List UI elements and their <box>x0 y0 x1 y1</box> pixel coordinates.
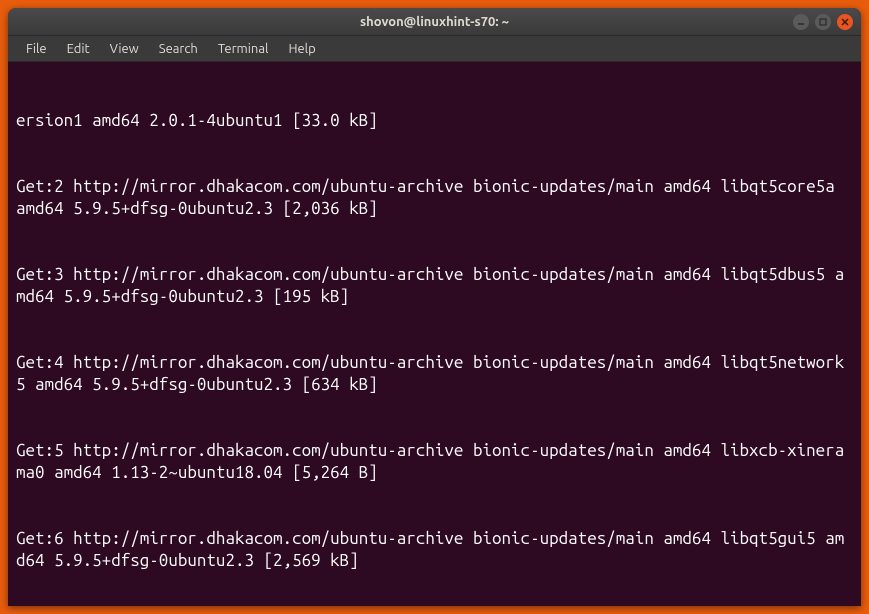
terminal-window: shovon@linuxhint-s70: ~ File Edit View S… <box>8 8 861 606</box>
terminal-output[interactable]: ersion1 amd64 2.0.1-4ubuntu1 [33.0 kB] G… <box>8 62 861 606</box>
terminal-line: ersion1 amd64 2.0.1-4ubuntu1 [33.0 kB] <box>16 110 853 132</box>
close-button[interactable] <box>837 14 853 30</box>
titlebar: shovon@linuxhint-s70: ~ <box>8 8 861 36</box>
window-title: shovon@linuxhint-s70: ~ <box>360 15 509 29</box>
menu-file[interactable]: File <box>16 38 57 60</box>
maximize-button[interactable] <box>815 14 831 30</box>
terminal-line: Get:4 http://mirror.dhakacom.com/ubuntu-… <box>16 352 853 396</box>
terminal-line: Get:2 http://mirror.dhakacom.com/ubuntu-… <box>16 176 853 220</box>
minimize-button[interactable] <box>793 14 809 30</box>
terminal-line: Get:3 http://mirror.dhakacom.com/ubuntu-… <box>16 264 853 308</box>
menu-search[interactable]: Search <box>149 38 208 60</box>
menu-terminal[interactable]: Terminal <box>208 38 279 60</box>
window-controls <box>793 14 853 30</box>
terminal-line: Get:6 http://mirror.dhakacom.com/ubuntu-… <box>16 528 853 572</box>
menubar: File Edit View Search Terminal Help <box>8 36 861 62</box>
menu-view[interactable]: View <box>100 38 149 60</box>
menu-edit[interactable]: Edit <box>57 38 100 60</box>
terminal-line: Get:5 http://mirror.dhakacom.com/ubuntu-… <box>16 440 853 484</box>
menu-help[interactable]: Help <box>278 38 325 60</box>
